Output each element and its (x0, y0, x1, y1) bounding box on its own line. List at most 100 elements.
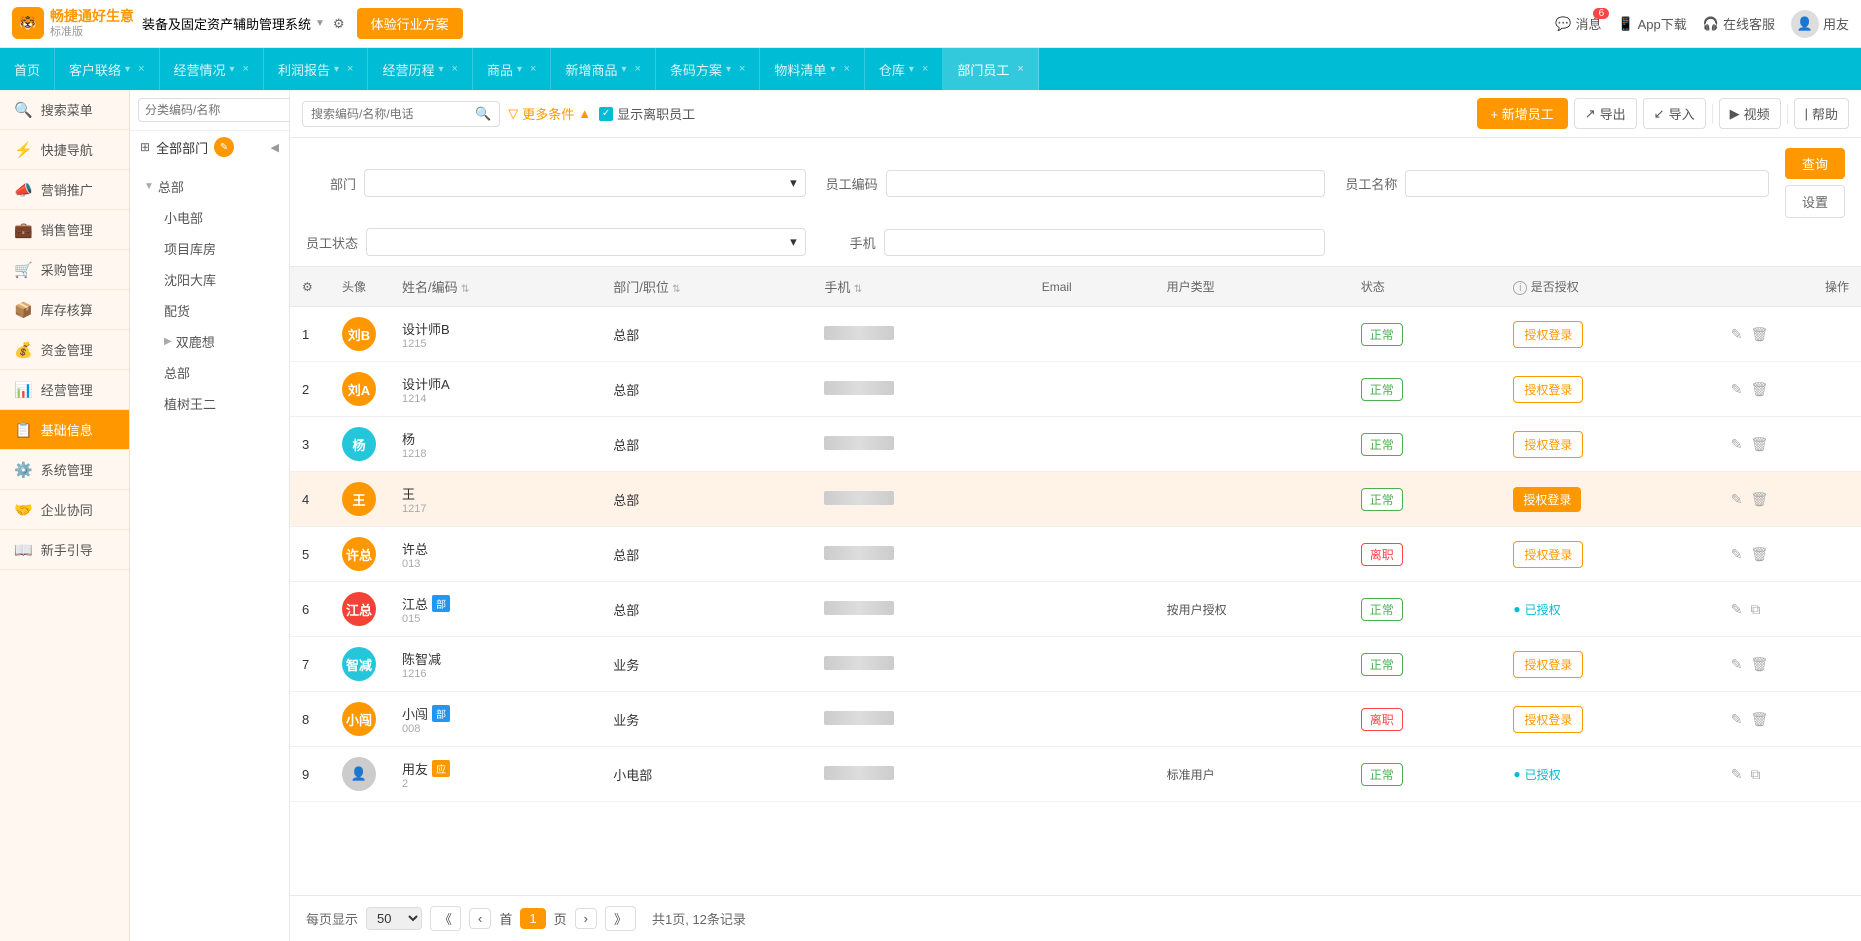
edit-icon[interactable]: ✎ (1731, 326, 1743, 343)
tab-warehouse[interactable]: 仓库 ▾ × (865, 48, 943, 90)
copy-icon[interactable]: ⧉ (1750, 766, 1760, 783)
auth-button[interactable]: 授权登录 (1513, 651, 1583, 678)
dept-node-double[interactable]: ▶ 双鹿想 (144, 326, 289, 357)
delete-icon[interactable]: 🗑 (1750, 656, 1768, 673)
tab-warehouse-close[interactable]: × (922, 63, 928, 75)
tab-add-goods-close[interactable]: × (634, 63, 640, 75)
edit-icon[interactable]: ✎ (1731, 711, 1743, 728)
tab-operations-close[interactable]: × (243, 63, 249, 75)
dept-tree-header[interactable]: ⊞ 全部部门 ✎ ◀ (130, 131, 289, 163)
nav-enterprise[interactable]: 🤝 企业协同 (0, 490, 129, 530)
help-button[interactable]: | 帮助 (1794, 98, 1849, 129)
filter-emp-name-input[interactable] (1405, 170, 1769, 197)
auth-button[interactable]: 授权登录 (1513, 321, 1583, 348)
nav-finance[interactable]: 💰 资金管理 (0, 330, 129, 370)
tab-materials-close[interactable]: × (843, 63, 849, 75)
search-input[interactable] (311, 107, 471, 121)
nav-marketing[interactable]: 📣 营销推广 (0, 170, 129, 210)
reset-button[interactable]: 设置 (1785, 185, 1845, 218)
nav-shortcut[interactable]: ⚡ 快捷导航 (0, 130, 129, 170)
export-button[interactable]: ↗ 导出 (1574, 98, 1637, 129)
tab-dept-employee-close[interactable]: × (1017, 63, 1023, 75)
tab-barcode[interactable]: 条码方案 ▾ × (656, 48, 760, 90)
dept-node-shenyang[interactable]: 沈阳大库 (144, 264, 289, 295)
dept-node-planting[interactable]: 植树王二 (144, 388, 289, 419)
col-settings[interactable]: ⚙ (290, 267, 330, 307)
query-button[interactable]: 查询 (1785, 148, 1845, 179)
search-box[interactable]: 🔍 (302, 101, 500, 127)
nav-basic-info[interactable]: 📋 基础信息 (0, 410, 129, 450)
tab-add-goods[interactable]: 新增商品 ▾ × (551, 48, 655, 90)
import-button[interactable]: ↙ 导入 (1643, 98, 1706, 129)
nav-inventory[interactable]: 📦 库存核算 (0, 290, 129, 330)
col-phone[interactable]: 手机 ⇅ (812, 267, 1029, 307)
tab-profit[interactable]: 利润报告 ▾ × (264, 48, 368, 90)
gear-icon[interactable]: ⚙ (329, 12, 349, 36)
delete-icon[interactable]: 🗑 (1750, 326, 1768, 343)
nav-management[interactable]: 📊 经营管理 (0, 370, 129, 410)
tab-customer[interactable]: 客户联络 ▾ × (55, 48, 159, 90)
message-button[interactable]: 💬 消息 6 (1555, 14, 1601, 33)
dept-node-distribution[interactable]: 配货 (144, 295, 289, 326)
edit-icon[interactable]: ✎ (1731, 766, 1743, 783)
per-page-select[interactable]: 50 20 100 (366, 907, 422, 930)
col-name-code[interactable]: 姓名/编码 ⇅ (390, 267, 601, 307)
dept-collapse-icon[interactable]: ◀ (271, 141, 279, 154)
tab-operations[interactable]: 经营情况 ▾ × (160, 48, 264, 90)
online-service-button[interactable]: 🎧 在线客服 (1703, 14, 1775, 33)
more-filter-button[interactable]: ▽ 更多条件 ▲ (508, 104, 591, 123)
col-dept-position[interactable]: 部门/职位 ⇅ (601, 267, 812, 307)
delete-icon[interactable]: 🗑 (1750, 711, 1768, 728)
add-employee-button[interactable]: + 新增员工 (1477, 98, 1568, 129)
dept-node-project[interactable]: 项目库房 (144, 233, 289, 264)
nav-guide[interactable]: 📖 新手引导 (0, 530, 129, 570)
next-page-button[interactable]: › (575, 908, 597, 929)
dept-node-small-elec[interactable]: 小电部 (144, 202, 289, 233)
page-1-button[interactable]: 1 (520, 908, 545, 929)
auth-button[interactable]: 授权登录 (1513, 431, 1583, 458)
copy-icon[interactable]: ⧉ (1750, 601, 1760, 618)
edit-icon[interactable]: ✎ (1731, 656, 1743, 673)
tab-home[interactable]: 首页 (0, 48, 55, 90)
edit-icon[interactable]: ✎ (1731, 381, 1743, 398)
last-page-button[interactable]: 》 (605, 906, 636, 931)
dept-search-input[interactable] (138, 98, 290, 122)
auth-button[interactable]: 授权登录 (1513, 376, 1583, 403)
nav-sales[interactable]: 💼 销售管理 (0, 210, 129, 250)
delete-icon[interactable]: 🗑 (1750, 491, 1768, 508)
video-button[interactable]: ▶ 视频 (1719, 98, 1781, 129)
tab-materials[interactable]: 物料清单 ▾ × (760, 48, 864, 90)
nav-purchase[interactable]: 🛒 采购管理 (0, 250, 129, 290)
first-page-button[interactable]: 《 (430, 906, 461, 931)
filter-emp-status-select[interactable]: ▾ (366, 228, 806, 256)
delete-icon[interactable]: 🗑 (1750, 546, 1768, 563)
tab-goods[interactable]: 商品 ▾ × (473, 48, 551, 90)
search-icon[interactable]: 🔍 (475, 106, 491, 122)
filter-emp-code-input[interactable] (886, 170, 1326, 197)
user-area[interactable]: 👤 用友 (1791, 10, 1849, 38)
delete-icon[interactable]: 🗑 (1750, 381, 1768, 398)
filter-dept-select[interactable]: ▾ (364, 169, 806, 197)
delete-icon[interactable]: 🗑 (1750, 436, 1768, 453)
dept-node-headquarters[interactable]: 总部 (144, 357, 289, 388)
tab-dept-employee[interactable]: 部门员工 × (943, 48, 1038, 90)
auth-button-orange[interactable]: 授权登录 (1513, 487, 1581, 512)
nav-system[interactable]: ⚙️ 系统管理 (0, 450, 129, 490)
tab-customer-close[interactable]: × (138, 63, 144, 75)
trial-button[interactable]: 体验行业方案 (357, 8, 463, 39)
edit-icon[interactable]: ✎ (1731, 546, 1743, 563)
edit-icon[interactable]: ✎ (1731, 491, 1743, 508)
edit-icon[interactable]: ✎ (1731, 601, 1743, 618)
edit-icon[interactable]: ✎ (1731, 436, 1743, 453)
chevron-down-icon[interactable]: ▼ (315, 18, 325, 29)
app-download-button[interactable]: 📱 App下载 (1617, 14, 1686, 33)
auth-button[interactable]: 授权登录 (1513, 541, 1583, 568)
show-resigned-toggle[interactable]: ✓ 显示离职员工 (599, 104, 695, 123)
tab-barcode-close[interactable]: × (739, 63, 745, 75)
filter-phone-input[interactable] (884, 229, 1326, 256)
dept-edit-icon[interactable]: ✎ (214, 137, 234, 157)
tab-goods-close[interactable]: × (530, 63, 536, 75)
tab-profit-close[interactable]: × (347, 63, 353, 75)
tab-journey[interactable]: 经营历程 ▾ × (368, 48, 472, 90)
auth-button[interactable]: 授权登录 (1513, 706, 1583, 733)
